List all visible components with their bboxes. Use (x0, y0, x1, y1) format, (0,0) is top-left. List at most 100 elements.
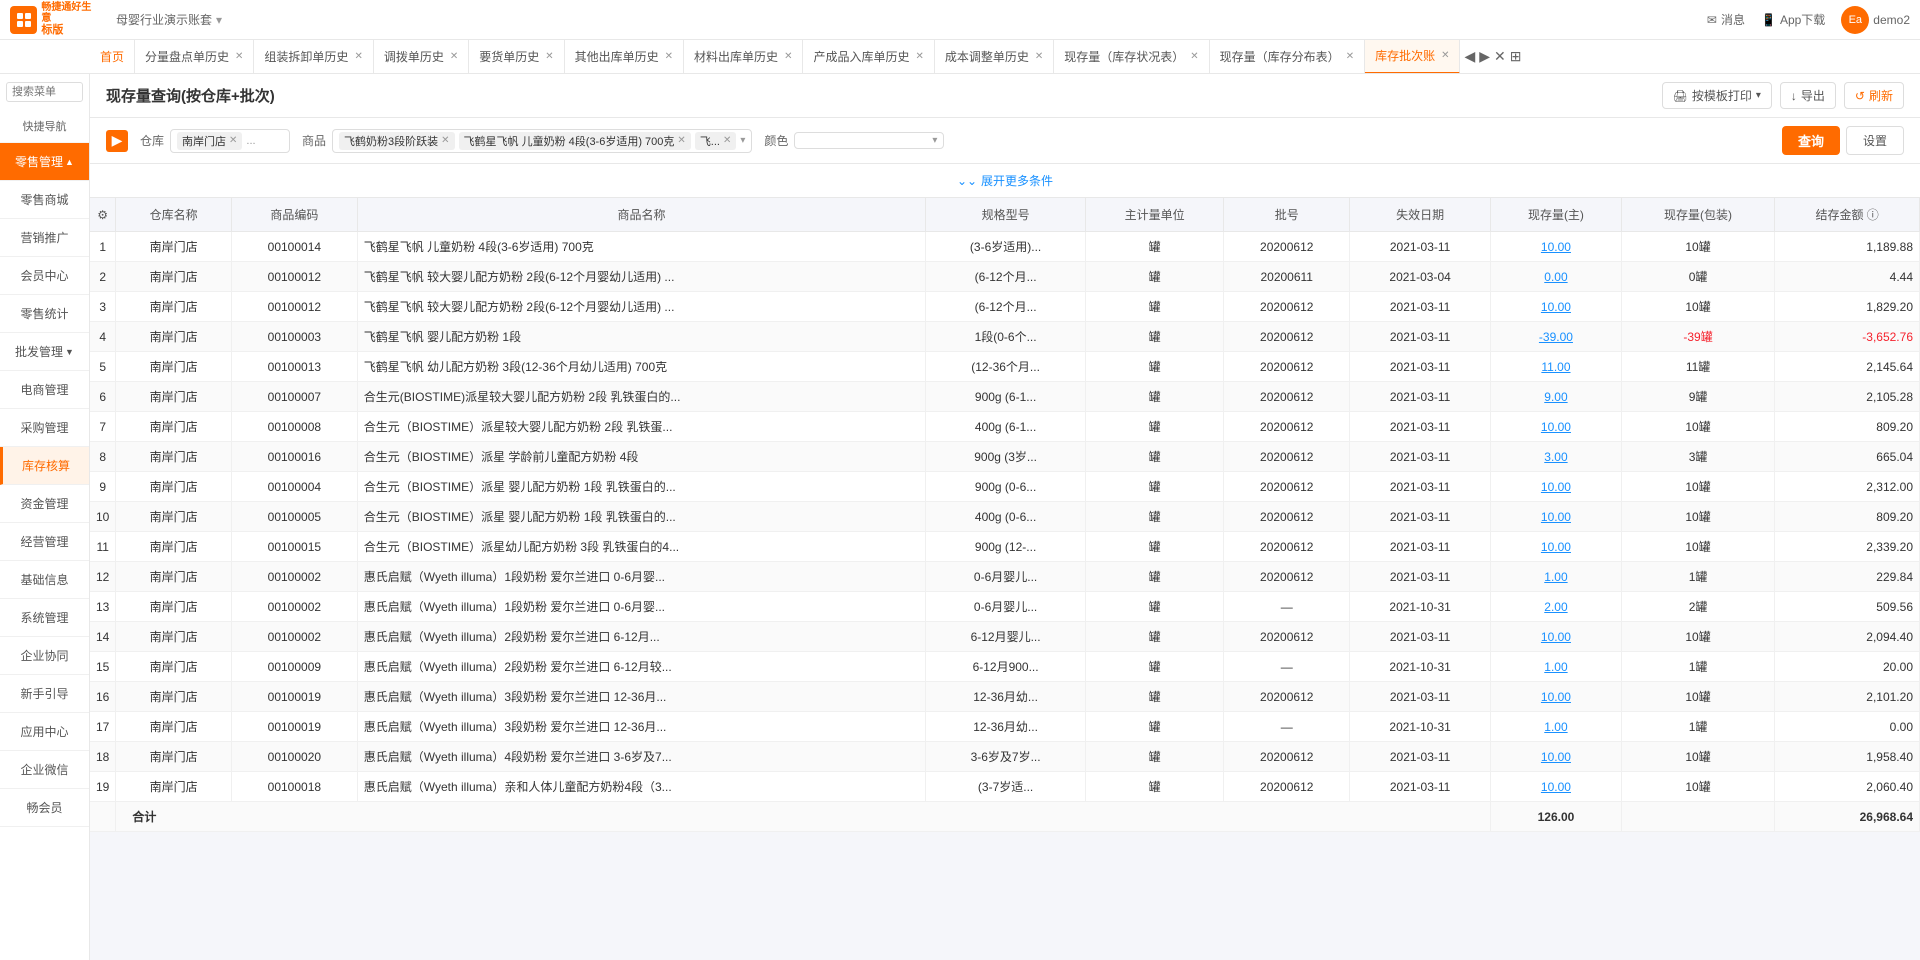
tab-other-out[interactable]: 其他出库单历史 ✕ (565, 40, 684, 74)
chevron-down-icon[interactable]: ▾ (216, 13, 222, 27)
tab-close-icon[interactable]: ✕ (665, 51, 673, 62)
sidebar-item-retail[interactable]: 零售管理 ▲ (0, 143, 89, 181)
sidebar-item-enterprise[interactable]: 企业协同 (0, 637, 89, 675)
cell-name: 飞鹤星飞帆 婴儿配方奶粉 1段 (357, 322, 925, 352)
user-area[interactable]: Ea demo2 (1841, 6, 1910, 34)
tab-menu-btn[interactable]: ⊞ (1510, 48, 1522, 65)
cell-qty-main[interactable]: 10.00 (1491, 292, 1622, 322)
print-icon: 🖨 (1673, 89, 1688, 103)
tab-nav-area: ◀ ▶ ✕ ⊞ (1464, 48, 1521, 65)
cell-qty-main[interactable]: -39.00 (1491, 322, 1622, 352)
sidebar-item-purchase[interactable]: 采购管理 (0, 409, 89, 447)
product-filter-container[interactable]: 飞鹤奶粉3段阶跃装 ✕ 飞鹤星飞帆 儿童奶粉 4段(3-6岁适用) 700克 ✕… (332, 129, 752, 153)
th-warehouse: 仓库名称 (116, 198, 232, 232)
cell-qty-main[interactable]: 10.00 (1491, 682, 1622, 712)
tab-material-out[interactable]: 材料出库单历史 ✕ (684, 40, 803, 74)
sidebar-item-marketing[interactable]: 营销推广 (0, 219, 89, 257)
tab-zu-zhuang[interactable]: 组装拆卸单历史 ✕ (254, 40, 373, 74)
cell-qty-main[interactable]: 1.00 (1491, 562, 1622, 592)
product-tag-2: 飞鹤星飞帆 儿童奶粉 4段(3-6岁适用) 700克 ✕ (459, 132, 691, 150)
tab-close-icon[interactable]: ✕ (235, 51, 243, 62)
expand-conditions-btn[interactable]: ⌄⌄ 展开更多条件 (90, 168, 1920, 193)
tab-close-icon[interactable]: ✕ (1035, 51, 1043, 62)
tab-close-icon[interactable]: ✕ (784, 51, 792, 62)
cell-warehouse: 南岸门店 (116, 772, 232, 802)
sidebar-item-store[interactable]: 零售商城 (0, 181, 89, 219)
warehouse-filter-label: 仓库 (140, 132, 164, 149)
warehouse-tag-close[interactable]: ✕ (229, 135, 237, 146)
warehouse-filter-container[interactable]: 南岸门店 ✕ ... (170, 129, 290, 153)
tab-home[interactable]: 首页 (90, 40, 135, 74)
tab-fen-liang[interactable]: 分量盘点单历史 ✕ (135, 40, 254, 74)
product-tag-1-close[interactable]: ✕ (441, 135, 449, 146)
cell-qty-main[interactable]: 10.00 (1491, 622, 1622, 652)
logo-icon (10, 6, 37, 34)
cell-qty-main[interactable]: 9.00 (1491, 382, 1622, 412)
sidebar-item-app-center[interactable]: 应用中心 (0, 713, 89, 751)
tab-inventory-status[interactable]: 现存量（库存状况表）✕ (1054, 40, 1209, 74)
filter-expand-button[interactable]: ▶ (106, 130, 128, 152)
tab-close-icon[interactable]: ✕ (450, 51, 458, 62)
sidebar-item-system[interactable]: 系统管理 (0, 599, 89, 637)
cell-qty-main[interactable]: 10.00 (1491, 232, 1622, 262)
cell-qty-main[interactable]: 1.00 (1491, 652, 1622, 682)
cell-qty-main[interactable]: 1.00 (1491, 712, 1622, 742)
sidebar-item-operation[interactable]: 经营管理 (0, 523, 89, 561)
tab-close-icon[interactable]: ✕ (1190, 51, 1198, 62)
tab-diao-bo[interactable]: 调拨单历史 ✕ (374, 40, 469, 74)
cell-code: 00100015 (231, 532, 357, 562)
sidebar-item-wholesale[interactable]: 批发管理 ▼ (0, 333, 89, 371)
sidebar-item-inventory[interactable]: 库存核算 (0, 447, 89, 485)
cell-qty-main[interactable]: 10.00 (1491, 412, 1622, 442)
cell-qty-main[interactable]: 0.00 (1491, 262, 1622, 292)
tab-prev-btn[interactable]: ◀ (1464, 48, 1475, 65)
cell-code: 00100016 (231, 442, 357, 472)
cell-qty-main[interactable]: 10.00 (1491, 472, 1622, 502)
color-filter-container[interactable]: ▾ (794, 132, 944, 149)
product-tag-2-text: 飞鹤星飞帆 儿童奶粉 4段(3-6岁适用) 700克 (464, 133, 675, 149)
table-row: 10 南岸门店 00100005 合生元（BIOSTIME）派星 婴儿配方奶粉 … (90, 502, 1920, 532)
cell-qty-main[interactable]: 11.00 (1491, 352, 1622, 382)
sidebar-item-wechat[interactable]: 企业微信 (0, 751, 89, 789)
settings-button[interactable]: 设置 (1846, 126, 1904, 155)
sidebar-item-member2[interactable]: 畅会员 (0, 789, 89, 827)
sidebar-item-finance[interactable]: 资金管理 (0, 485, 89, 523)
tab-batch-account[interactable]: 库存批次账 ✕ (1365, 40, 1460, 74)
cell-qty-main[interactable]: 2.00 (1491, 592, 1622, 622)
sidebar-item-retail-stats[interactable]: 零售统计 (0, 295, 89, 333)
cell-warehouse: 南岸门店 (116, 292, 232, 322)
tab-close-icon[interactable]: ✕ (354, 51, 362, 62)
tab-close-icon[interactable]: ✕ (1346, 51, 1354, 62)
cell-qty-main[interactable]: 10.00 (1491, 772, 1622, 802)
product-tag-2-close[interactable]: ✕ (677, 135, 685, 146)
cell-warehouse: 南岸门店 (116, 232, 232, 262)
th-settings[interactable]: ⚙ (90, 198, 116, 232)
product-tag-more-close[interactable]: ✕ (723, 135, 731, 146)
app-download-btn[interactable]: 📱 App下载 (1761, 11, 1825, 28)
search-input[interactable] (6, 82, 83, 102)
sidebar-item-ecommerce[interactable]: 电商管理 (0, 371, 89, 409)
tab-cost-adjust[interactable]: 成本调整单历史 ✕ (935, 40, 1054, 74)
tab-inventory-dist[interactable]: 现存量（库存分布表）✕ (1210, 40, 1365, 74)
tab-yao-huo[interactable]: 要货单历史 ✕ (469, 40, 564, 74)
cell-batch: 20200612 (1224, 442, 1350, 472)
tab-next-btn[interactable]: ▶ (1479, 48, 1490, 65)
cell-qty-main[interactable]: 3.00 (1491, 442, 1622, 472)
query-button[interactable]: 查询 (1782, 126, 1840, 155)
tab-product-in[interactable]: 产成品入库单历史 ✕ (803, 40, 934, 74)
tab-close-icon[interactable]: ✕ (915, 51, 923, 62)
sidebar-item-guide[interactable]: 新手引导 (0, 675, 89, 713)
cell-qty-main[interactable]: 10.00 (1491, 532, 1622, 562)
sidebar-item-member[interactable]: 会员中心 (0, 257, 89, 295)
export-button[interactable]: ↓ 导出 (1780, 82, 1836, 109)
refresh-button[interactable]: ↺ 刷新 (1844, 82, 1904, 109)
tab-close-icon[interactable]: ✕ (1441, 50, 1449, 61)
print-button[interactable]: 🖨 按模板打印 ▾ (1662, 82, 1772, 109)
cell-qty-main[interactable]: 10.00 (1491, 742, 1622, 772)
sidebar-item-basic[interactable]: 基础信息 (0, 561, 89, 599)
tab-close-all-btn[interactable]: ✕ (1494, 48, 1506, 65)
message-btn[interactable]: ✉ 消息 (1707, 11, 1745, 28)
cell-amount: 2,101.20 (1775, 682, 1920, 712)
tab-close-icon[interactable]: ✕ (545, 51, 553, 62)
cell-qty-main[interactable]: 10.00 (1491, 502, 1622, 532)
